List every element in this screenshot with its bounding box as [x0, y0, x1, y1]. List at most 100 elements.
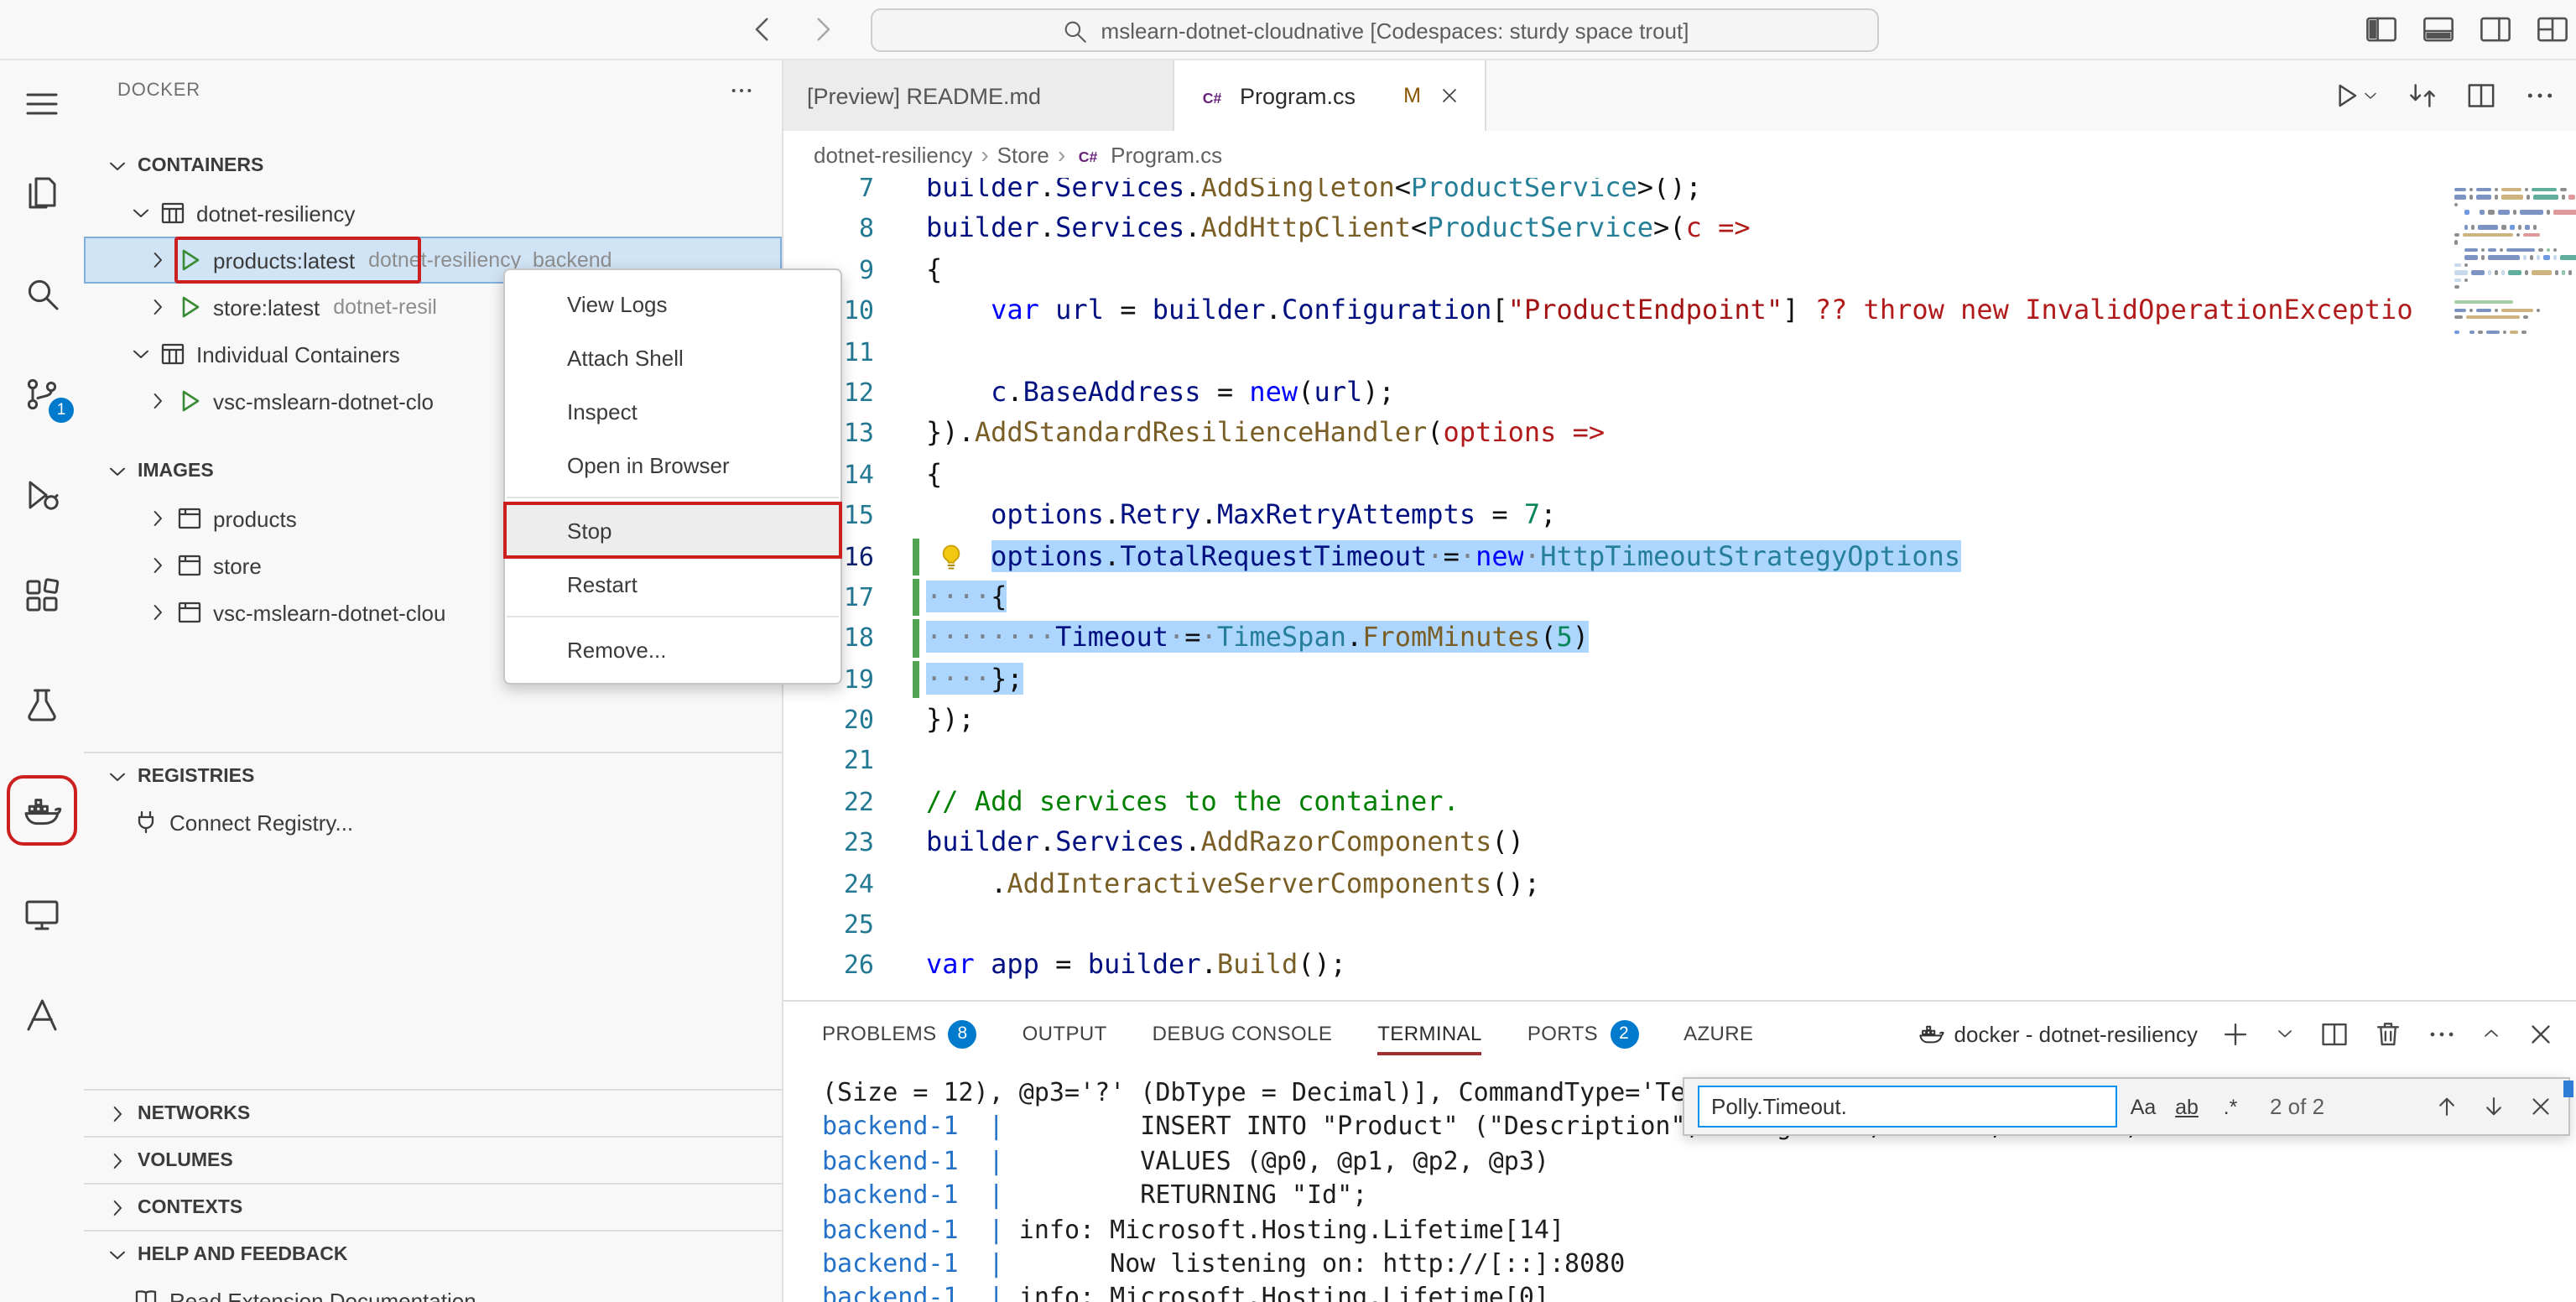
- panel-tab-azure[interactable]: AZURE: [1684, 1002, 1753, 1065]
- code-line: builder.Services.AddHttpClient<ProductSe…: [926, 211, 1751, 244]
- docker-icon[interactable]: [7, 775, 77, 846]
- terminal-dropdown-icon[interactable]: [2273, 1022, 2297, 1045]
- editor-group: [Preview] README.md C# Program.cs M dotnet-…: [783, 60, 2576, 1000]
- code-line-row: 14{: [783, 454, 2441, 495]
- active-terminal-label: docker - dotnet-resiliency: [1954, 1021, 2198, 1046]
- terminal-find-widget: Aa ab .* 2 of 2: [1683, 1077, 2570, 1136]
- tree-item-description: dotnet-resil: [333, 295, 437, 319]
- maximize-panel-icon[interactable]: [2480, 1022, 2503, 1045]
- tab-program-cs[interactable]: C# Program.cs M: [1174, 60, 1486, 131]
- menu-item-stop[interactable]: Stop: [503, 502, 842, 559]
- play-icon: [2330, 79, 2364, 112]
- regex-icon[interactable]: .*: [2213, 1088, 2248, 1125]
- breadcrumb-item[interactable]: dotnet-resiliency: [814, 142, 972, 167]
- code-line: ····};: [926, 662, 1023, 695]
- running-container-icon: [176, 294, 203, 320]
- panel-more-actions-icon[interactable]: [2426, 1018, 2458, 1049]
- panel-tab-ports[interactable]: PORTS 2: [1527, 1002, 1639, 1065]
- run-or-debug-icon[interactable]: [2330, 79, 2381, 112]
- code-line: options.Retry.MaxRetryAttempts = 7;: [991, 498, 1557, 531]
- code-lines: 7 builder.Services.AddSingleton<ProductSe…: [783, 178, 2441, 987]
- tree-item-connect-registry[interactable]: Connect Registry...: [84, 799, 782, 846]
- tree-item-dotnet-resiliency[interactable]: dotnet-resiliency: [84, 190, 782, 237]
- section-containers[interactable]: CONTAINERS: [84, 143, 782, 190]
- section-networks[interactable]: NETWORKS: [84, 1089, 782, 1136]
- panel-tab-debug-console[interactable]: DEBUG CONSOLE: [1153, 1002, 1333, 1065]
- gutter: [874, 372, 926, 414]
- navigation-arrows: [745, 12, 840, 47]
- line-number: 26: [843, 950, 874, 981]
- section-volumes[interactable]: VOLUMES: [84, 1136, 782, 1183]
- minimap[interactable]: [2441, 178, 2576, 1000]
- run-debug-icon[interactable]: [22, 475, 62, 515]
- tree-item-read-extension-documentation[interactable]: Read Extension Documentation: [84, 1277, 782, 1302]
- panel-tab-terminal[interactable]: TERMINAL: [1377, 1002, 1483, 1065]
- active-terminal-item[interactable]: docker - dotnet-resiliency: [1918, 1020, 2198, 1047]
- section-help-and-feedback[interactable]: HELP AND FEEDBACK: [84, 1230, 782, 1277]
- panel-tab-problems[interactable]: PROBLEMS 8: [822, 1002, 977, 1065]
- match-case-icon[interactable]: Aa: [2126, 1088, 2161, 1125]
- panel-tab-badge: 8: [948, 1019, 977, 1048]
- menu-item-view-logs[interactable]: View Logs: [505, 277, 840, 331]
- close-panel-icon[interactable]: [2525, 1018, 2557, 1049]
- editor-more-actions-icon[interactable]: [2523, 79, 2557, 112]
- toggle-primary-sidebar-icon[interactable]: [2364, 12, 2399, 47]
- svg-text:C#: C#: [1079, 148, 1098, 164]
- find-previous-icon[interactable]: [2433, 1092, 2461, 1121]
- explorer-icon[interactable]: [22, 173, 62, 213]
- image-icon: [176, 505, 203, 532]
- line-number: 24: [843, 868, 874, 899]
- code-line-row: 17 ····{: [783, 577, 2441, 618]
- toggle-panel-icon[interactable]: [2421, 12, 2456, 47]
- customize-layout-icon[interactable]: [2535, 12, 2570, 47]
- breadcrumb-item[interactable]: Store: [997, 142, 1049, 167]
- breadcrumb-item[interactable]: Program.cs: [1111, 142, 1222, 167]
- find-close-icon[interactable]: [2527, 1092, 2555, 1121]
- toggle-secondary-sidebar-icon[interactable]: [2478, 12, 2513, 47]
- tab-label: [Preview] README.md: [807, 83, 1042, 108]
- section-registries[interactable]: REGISTRIES: [84, 752, 782, 799]
- image-icon: [176, 552, 203, 579]
- tree-item-label: products:latest: [213, 247, 356, 273]
- kill-terminal-icon[interactable]: [2372, 1018, 2404, 1049]
- sidebar-more-actions-icon[interactable]: [728, 76, 755, 103]
- code-line: c.BaseAddress = new(url);: [991, 375, 1395, 408]
- split-editor-icon[interactable]: [2464, 79, 2498, 112]
- tab-preview-readme-md[interactable]: [Preview] README.md: [783, 60, 1174, 131]
- breadcrumb-separator: ›: [1057, 141, 1066, 168]
- navigate-forward-icon[interactable]: [805, 12, 840, 47]
- gutter: [874, 290, 926, 331]
- code-line: var url = builder.Configuration["Product…: [991, 294, 2413, 326]
- command-center[interactable]: mslearn-dotnet-cloudnative [Codespaces: …: [871, 8, 1879, 52]
- source-control-icon[interactable]: 1: [22, 374, 74, 423]
- testing-icon[interactable]: [22, 685, 62, 725]
- extensions-icon[interactable]: [22, 575, 62, 616]
- lightbulb-icon[interactable]: [936, 541, 966, 571]
- menu-icon[interactable]: [22, 84, 62, 124]
- menu-item-remove[interactable]: Remove...: [505, 622, 840, 676]
- open-changes-icon[interactable]: [2406, 79, 2439, 112]
- close-tab-icon[interactable]: [1438, 84, 1461, 107]
- whole-word-icon[interactable]: ab: [2169, 1088, 2204, 1125]
- find-input[interactable]: [1698, 1086, 2117, 1128]
- code-line-row: 20});: [783, 700, 2441, 741]
- image-icon: [176, 599, 203, 626]
- remote-explorer-icon[interactable]: [22, 894, 62, 935]
- find-next-icon[interactable]: [2480, 1092, 2508, 1121]
- gutter: [874, 178, 926, 209]
- code-line: });: [926, 703, 975, 736]
- menu-separator: [507, 497, 839, 498]
- search-icon[interactable]: [22, 273, 62, 314]
- menu-item-open-in-browser[interactable]: Open in Browser: [505, 438, 840, 492]
- menu-item-restart[interactable]: Restart: [505, 557, 840, 611]
- azure-icon[interactable]: [22, 995, 62, 1035]
- panel-tab-output[interactable]: OUTPUT: [1023, 1002, 1107, 1065]
- section-contexts[interactable]: CONTEXTS: [84, 1183, 782, 1230]
- split-terminal-icon[interactable]: [2318, 1018, 2350, 1049]
- menu-item-inspect[interactable]: Inspect: [505, 384, 840, 438]
- code-editor[interactable]: 7 builder.Services.AddSingleton<ProductSe…: [783, 178, 2576, 1000]
- menu-item-attach-shell[interactable]: Attach Shell: [505, 331, 840, 384]
- new-terminal-icon[interactable]: [2220, 1018, 2251, 1049]
- navigate-back-icon[interactable]: [745, 12, 780, 47]
